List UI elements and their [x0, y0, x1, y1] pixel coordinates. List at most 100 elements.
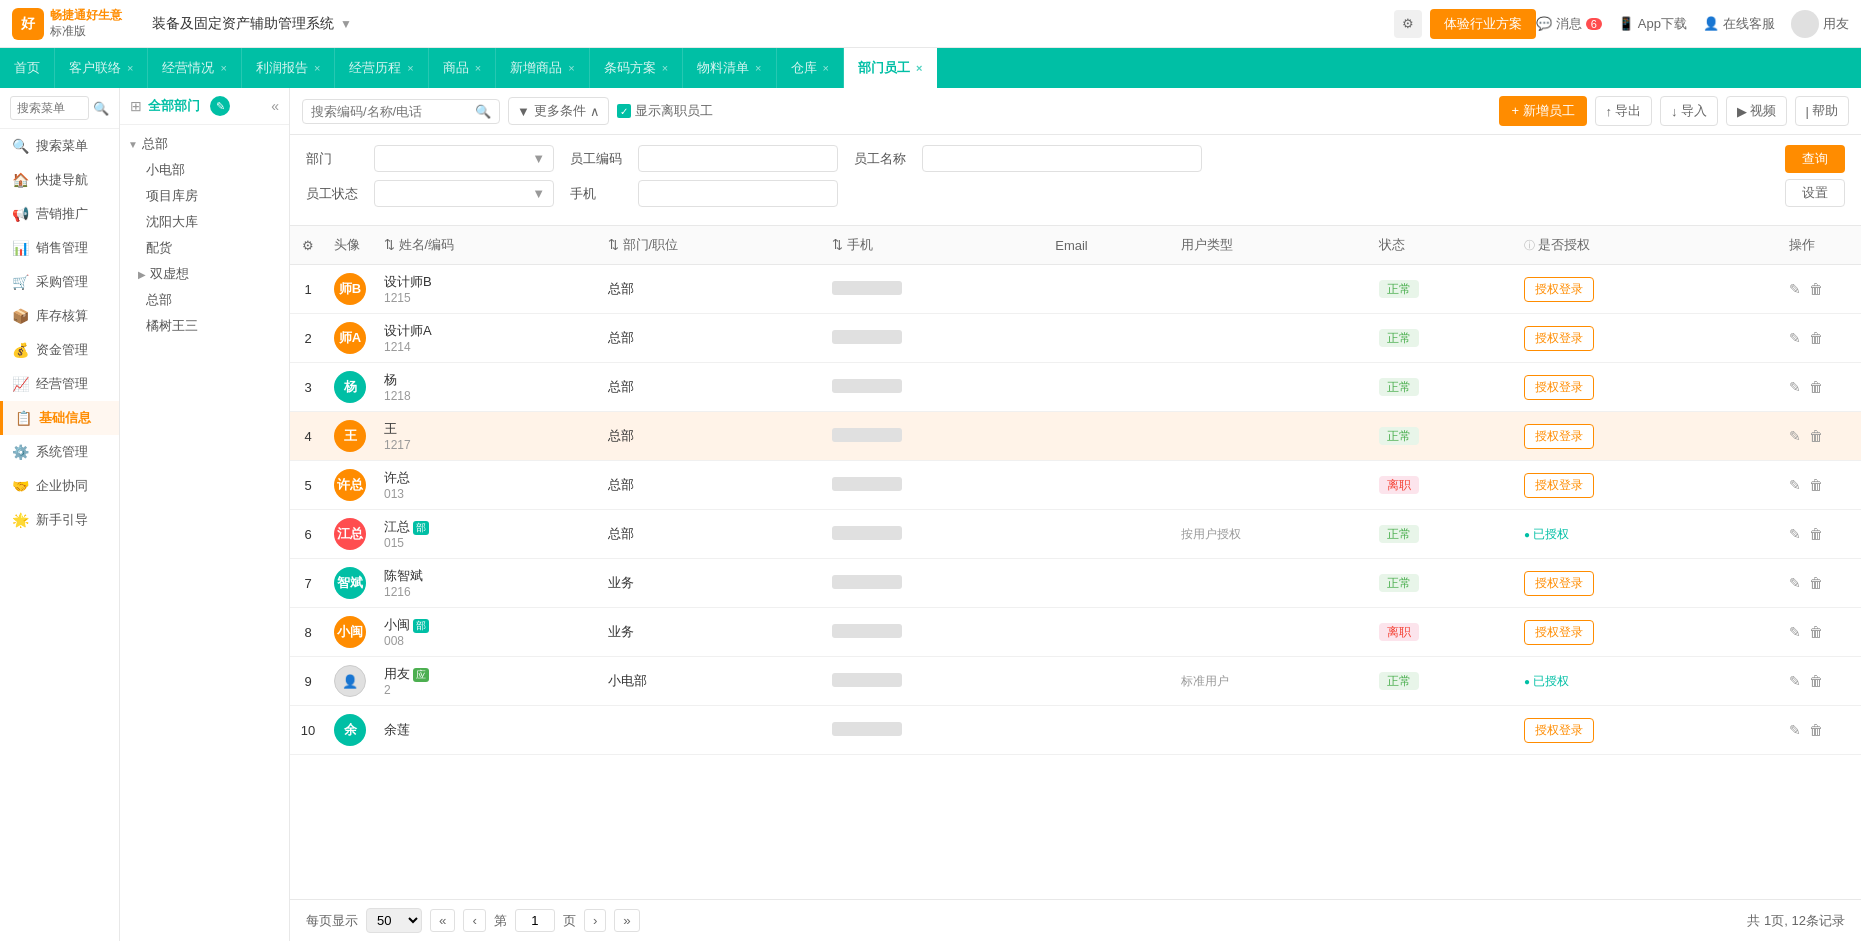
auth-button[interactable]: 授权登录: [1524, 326, 1594, 351]
delete-icon[interactable]: 🗑: [1809, 526, 1823, 542]
prev-page-button[interactable]: ‹: [463, 909, 485, 932]
delete-icon[interactable]: 🗑: [1809, 722, 1823, 738]
page-size-select[interactable]: 50 20 100: [366, 908, 422, 933]
export-button[interactable]: ↑ 导出: [1595, 96, 1653, 126]
employee-code-input[interactable]: [638, 145, 838, 172]
page-input[interactable]: [515, 909, 555, 932]
import-button[interactable]: ↓ 导入: [1660, 96, 1718, 126]
system-dropdown-arrow[interactable]: ▼: [340, 17, 352, 31]
nav-tab-部门员工[interactable]: 部门员工×: [844, 48, 937, 88]
close-tab-icon[interactable]: ×: [823, 62, 829, 74]
query-button[interactable]: 查询: [1785, 145, 1845, 173]
delete-icon[interactable]: 🗑: [1809, 575, 1823, 591]
close-tab-icon[interactable]: ×: [127, 62, 133, 74]
sidebar-item-库存核算[interactable]: 📦库存核算: [0, 299, 119, 333]
employee-name-input[interactable]: [922, 145, 1202, 172]
nav-tab-仓库[interactable]: 仓库×: [777, 48, 844, 88]
sidebar-search-input[interactable]: [10, 96, 89, 120]
phone-input[interactable]: [638, 180, 838, 207]
dept-leaf-shenyang[interactable]: 沈阳大库: [130, 209, 289, 235]
nav-tab-客户联络[interactable]: 客户联络×: [55, 48, 148, 88]
edit-icon[interactable]: ✎: [1789, 624, 1801, 640]
gear-button[interactable]: ⚙: [1394, 10, 1422, 38]
message-button[interactable]: 💬 消息 6: [1536, 15, 1602, 33]
edit-icon[interactable]: ✎: [1789, 379, 1801, 395]
close-tab-icon[interactable]: ×: [568, 62, 574, 74]
dept-all-label[interactable]: 全部部门: [148, 97, 200, 115]
status-select[interactable]: ▼: [374, 180, 554, 207]
nav-tab-经营情况[interactable]: 经营情况×: [148, 48, 241, 88]
close-tab-icon[interactable]: ×: [220, 62, 226, 74]
dept-leaf-xiaodibu[interactable]: 小电部: [130, 157, 289, 183]
next-page-button[interactable]: ›: [584, 909, 606, 932]
add-employee-button[interactable]: + 新增员工: [1499, 96, 1586, 126]
edit-icon[interactable]: ✎: [1789, 673, 1801, 689]
close-tab-icon[interactable]: ×: [916, 62, 922, 74]
help-button[interactable]: | 帮助: [1795, 96, 1849, 126]
view-button[interactable]: ▶ 视频: [1726, 96, 1787, 126]
first-page-button[interactable]: «: [430, 909, 455, 932]
sidebar-item-新手引导[interactable]: 🌟新手引导: [0, 503, 119, 537]
sidebar-item-基础信息[interactable]: 📋基础信息: [0, 401, 119, 435]
nav-tab-新增商品[interactable]: 新增商品×: [496, 48, 589, 88]
dept-collapse-icon[interactable]: «: [271, 98, 279, 114]
sidebar-item-快捷导航[interactable]: 🏠快捷导航: [0, 163, 119, 197]
edit-icon[interactable]: ✎: [1789, 575, 1801, 591]
sort-icon-name[interactable]: ⇅: [384, 237, 395, 252]
online-service-button[interactable]: 👤 在线客服: [1703, 15, 1775, 33]
user-menu[interactable]: 用友: [1791, 10, 1849, 38]
auth-button[interactable]: 授权登录: [1524, 571, 1594, 596]
edit-icon[interactable]: ✎: [1789, 428, 1801, 444]
sort-icon-dept[interactable]: ⇅: [608, 237, 619, 252]
sidebar-item-资金管理[interactable]: 💰资金管理: [0, 333, 119, 367]
nav-tab-利润报告[interactable]: 利润报告×: [242, 48, 335, 88]
last-page-button[interactable]: »: [614, 909, 639, 932]
dept-edit-badge[interactable]: ✎: [210, 96, 230, 116]
close-tab-icon[interactable]: ×: [755, 62, 761, 74]
delete-icon[interactable]: 🗑: [1809, 673, 1823, 689]
dept-group-zongbu[interactable]: ▼总部: [120, 131, 289, 157]
dept-select[interactable]: ▼: [374, 145, 554, 172]
edit-icon[interactable]: ✎: [1789, 477, 1801, 493]
dept-leaf-zongbu[interactable]: 总部: [130, 287, 289, 313]
auth-button[interactable]: 授权登录: [1524, 718, 1594, 743]
close-tab-icon[interactable]: ×: [314, 62, 320, 74]
edit-icon[interactable]: ✎: [1789, 722, 1801, 738]
dept-leaf-jushu[interactable]: 橘树王三: [130, 313, 289, 339]
edit-icon[interactable]: ✎: [1789, 281, 1801, 297]
more-conditions-button[interactable]: ▼ 更多条件 ∧: [508, 97, 609, 125]
sidebar-item-搜索菜单[interactable]: 🔍搜索菜单: [0, 129, 119, 163]
delete-icon[interactable]: 🗑: [1809, 330, 1823, 346]
edit-icon[interactable]: ✎: [1789, 330, 1801, 346]
delete-icon[interactable]: 🗑: [1809, 624, 1823, 640]
close-tab-icon[interactable]: ×: [475, 62, 481, 74]
delete-icon[interactable]: 🗑: [1809, 477, 1823, 493]
edit-icon[interactable]: ✎: [1789, 526, 1801, 542]
sort-icon-phone[interactable]: ⇅: [832, 237, 843, 252]
sidebar-item-系统管理[interactable]: ⚙️系统管理: [0, 435, 119, 469]
auth-button[interactable]: 授权登录: [1524, 424, 1594, 449]
dept-leaf-peihuo[interactable]: 配货: [130, 235, 289, 261]
trial-button[interactable]: 体验行业方案: [1430, 9, 1536, 39]
auth-button[interactable]: 授权登录: [1524, 375, 1594, 400]
dept-leaf-xiangmuhouse[interactable]: 项目库房: [130, 183, 289, 209]
sidebar-item-经营管理[interactable]: 📈经营管理: [0, 367, 119, 401]
show-inactive-checkbox[interactable]: ✓: [617, 104, 631, 118]
delete-icon[interactable]: 🗑: [1809, 428, 1823, 444]
delete-icon[interactable]: 🗑: [1809, 281, 1823, 297]
sidebar-item-营销推广[interactable]: 📢营销推广: [0, 197, 119, 231]
close-tab-icon[interactable]: ×: [662, 62, 668, 74]
settings-button[interactable]: 设置: [1785, 179, 1845, 207]
app-download-button[interactable]: 📱 App下载: [1618, 15, 1687, 33]
auth-button[interactable]: 授权登录: [1524, 277, 1594, 302]
employee-search-input[interactable]: [311, 104, 471, 119]
sidebar-item-销售管理[interactable]: 📊销售管理: [0, 231, 119, 265]
nav-tab-物料清单[interactable]: 物料清单×: [683, 48, 776, 88]
auth-button[interactable]: 授权登录: [1524, 473, 1594, 498]
auth-button[interactable]: 授权登录: [1524, 620, 1594, 645]
nav-tab-商品[interactable]: 商品×: [429, 48, 496, 88]
nav-tab-条码方案[interactable]: 条码方案×: [590, 48, 683, 88]
sidebar-item-采购管理[interactable]: 🛒采购管理: [0, 265, 119, 299]
nav-tab-经营历程[interactable]: 经营历程×: [335, 48, 428, 88]
close-tab-icon[interactable]: ×: [407, 62, 413, 74]
